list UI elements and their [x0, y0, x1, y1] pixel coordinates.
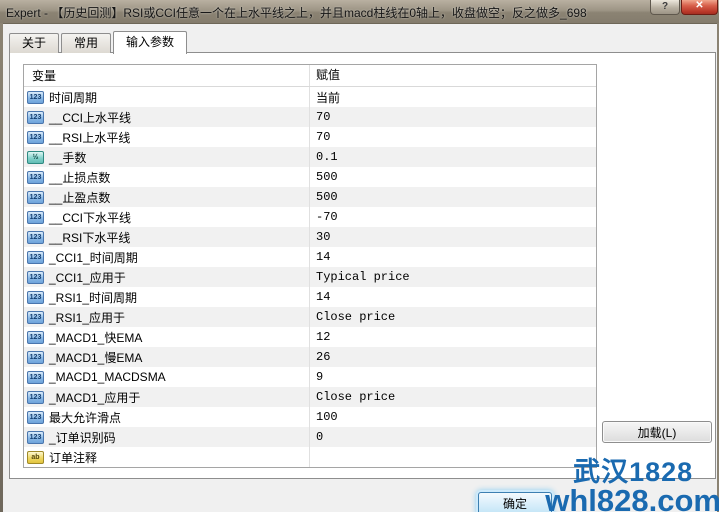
param-value[interactable]: 0.1 [309, 147, 596, 167]
param-row[interactable]: 123 _MACD1_应用于 Close price [24, 387, 596, 407]
param-name: __手数 [49, 150, 87, 165]
param-value[interactable]: 26 [309, 347, 596, 367]
column-header-variable: 变量 [32, 69, 57, 83]
param-value[interactable] [309, 447, 596, 467]
param-row[interactable]: 123 __RSI下水平线 30 [24, 227, 596, 247]
param-name: _RSI1_应用于 [49, 310, 126, 325]
param-value[interactable]: 9 [309, 367, 596, 387]
int-type-icon: 123 [27, 110, 44, 124]
param-value[interactable]: Typical price [309, 267, 596, 287]
table-header: 变量 赋值 [24, 65, 596, 87]
help-icon[interactable]: ? [650, 0, 680, 15]
param-row[interactable]: 123 __RSI上水平线 70 [24, 127, 596, 147]
window-title: Expert - 【历史回测】RSI或CCI任意一个在上水平线之上，并且macd… [6, 6, 587, 20]
param-value[interactable]: 0 [309, 427, 596, 447]
param-name: _MACD1_快EMA [49, 330, 143, 345]
param-row[interactable]: 123 _MACD1_MACDSMA 9 [24, 367, 596, 387]
inputs-tab-page: 变量 赋值 123 时间周期 当前 123 __CCI上水平线 70 123 _… [9, 52, 716, 479]
param-value[interactable]: Close price [309, 387, 596, 407]
params-table: 变量 赋值 123 时间周期 当前 123 __CCI上水平线 70 123 _… [23, 64, 597, 468]
param-row[interactable]: ab 订单注释 [24, 447, 596, 467]
param-name: __止盈点数 [49, 190, 111, 205]
int-type-icon: 123 [27, 130, 44, 144]
param-name: _CCI1_应用于 [49, 270, 126, 285]
ok-button[interactable]: 确定 [478, 492, 552, 512]
column-header-value: 赋值 [309, 65, 596, 86]
param-row[interactable]: 123 _订单识别码 0 [24, 427, 596, 447]
param-name: __CCI下水平线 [49, 210, 132, 225]
close-icon[interactable]: ✕ [681, 0, 718, 15]
param-name: _订单识别码 [49, 430, 116, 445]
int-type-icon: 123 [27, 170, 44, 184]
titlebar: Expert - 【历史回测】RSI或CCI任意一个在上水平线之上，并且macd… [0, 0, 719, 24]
param-row[interactable]: 123 时间周期 当前 [24, 87, 596, 107]
param-value[interactable]: 500 [309, 167, 596, 187]
param-row[interactable]: 123 _RSI1_时间周期 14 [24, 287, 596, 307]
int-type-icon: 123 [27, 230, 44, 244]
param-row[interactable]: 123 __止损点数 500 [24, 167, 596, 187]
params-table-body: 123 时间周期 当前 123 __CCI上水平线 70 123 __RSI上水… [24, 87, 596, 467]
param-row[interactable]: 123 __CCI下水平线 -70 [24, 207, 596, 227]
load-button[interactable]: 加载(L) [602, 421, 712, 443]
param-value[interactable]: 70 [309, 107, 596, 127]
param-value[interactable]: 70 [309, 127, 596, 147]
param-name: _CCI1_时间周期 [49, 250, 138, 265]
param-value[interactable]: 12 [309, 327, 596, 347]
param-value[interactable]: 100 [309, 407, 596, 427]
param-name: 订单注释 [49, 450, 98, 465]
int-type-icon: 123 [27, 390, 44, 404]
param-row[interactable]: 123 __CCI上水平线 70 [24, 107, 596, 127]
param-row[interactable]: 123 _CCI1_时间周期 14 [24, 247, 596, 267]
param-value[interactable]: 500 [309, 187, 596, 207]
param-name: _MACD1_慢EMA [49, 350, 143, 365]
double-type-icon: ½ [27, 150, 44, 164]
param-value[interactable]: 当前 [309, 87, 596, 107]
param-name: _RSI1_时间周期 [49, 290, 138, 305]
param-value[interactable]: 14 [309, 247, 596, 267]
param-row[interactable]: 123 _MACD1_快EMA 12 [24, 327, 596, 347]
param-row[interactable]: ½ __手数 0.1 [24, 147, 596, 167]
window-border-left [0, 23, 3, 512]
param-value[interactable]: -70 [309, 207, 596, 227]
int-type-icon: 123 [27, 330, 44, 344]
param-name: __止损点数 [49, 170, 111, 185]
param-row[interactable]: 123 最大允许滑点 100 [24, 407, 596, 427]
int-type-icon: 123 [27, 190, 44, 204]
int-type-icon: 123 [27, 250, 44, 264]
param-name: _MACD1_MACDSMA [49, 370, 166, 384]
int-type-icon: 123 [27, 410, 44, 424]
param-value[interactable]: 14 [309, 287, 596, 307]
param-name: 最大允许滑点 [49, 410, 122, 425]
param-row[interactable]: 123 _CCI1_应用于 Typical price [24, 267, 596, 287]
param-value[interactable]: 30 [309, 227, 596, 247]
int-type-icon: 123 [27, 210, 44, 224]
int-type-icon: 123 [27, 350, 44, 364]
param-name: __CCI上水平线 [49, 110, 132, 125]
tab-about[interactable]: 关于 [9, 33, 60, 53]
tab-inputs[interactable]: 输入参数 [113, 31, 188, 54]
expert-properties-dialog: Expert - 【历史回测】RSI或CCI任意一个在上水平线之上，并且macd… [0, 0, 719, 512]
string-type-icon: ab [27, 450, 44, 464]
param-row[interactable]: 123 _RSI1_应用于 Close price [24, 307, 596, 327]
param-row[interactable]: 123 _MACD1_慢EMA 26 [24, 347, 596, 367]
int-type-icon: 123 [27, 290, 44, 304]
int-type-icon: 123 [27, 310, 44, 324]
param-name: 时间周期 [49, 90, 98, 105]
int-type-icon: 123 [27, 270, 44, 284]
param-name: _MACD1_应用于 [49, 390, 141, 405]
int-type-icon: 123 [27, 430, 44, 444]
int-type-icon: 123 [27, 90, 44, 104]
param-value[interactable]: Close price [309, 307, 596, 327]
tab-strip: 关于 常用 输入参数 [9, 31, 189, 54]
param-name: __RSI下水平线 [49, 230, 131, 245]
param-row[interactable]: 123 __止盈点数 500 [24, 187, 596, 207]
tab-common[interactable]: 常用 [61, 33, 112, 53]
param-name: __RSI上水平线 [49, 130, 131, 145]
int-type-icon: 123 [27, 370, 44, 384]
watermark-line2: whl828.com [545, 482, 719, 512]
